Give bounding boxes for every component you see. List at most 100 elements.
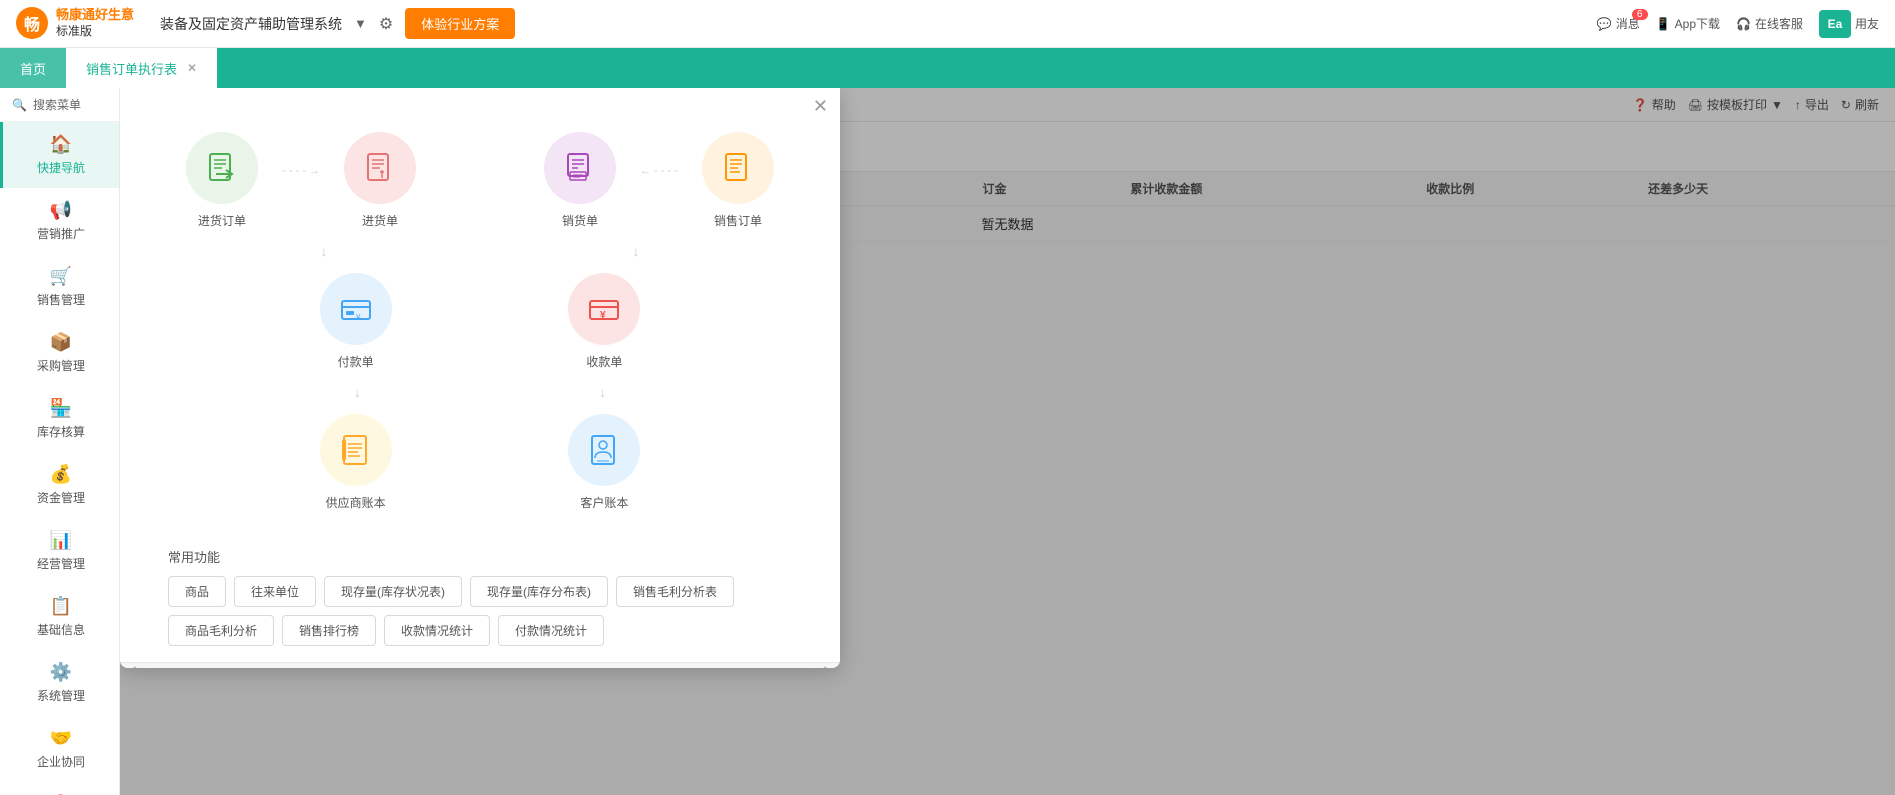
flow-node-sales-order[interactable]: 销售订单 <box>690 120 786 241</box>
operations-icon: 📊 <box>50 530 72 551</box>
freq-btn-goods[interactable]: 商品 <box>168 576 226 607</box>
main-layout: 🔍 搜索菜单 🏠 快捷导航 📢 营销推广 🛒 销售管理 📦 采购管理 🏪 库存核… <box>0 88 1895 795</box>
flow-node-receipt[interactable]: ¥ 收款单 <box>556 261 652 382</box>
arrow-h1: - - - - → <box>282 165 320 197</box>
sidebar-item-marketing[interactable]: 📢 营销推广 <box>0 188 119 254</box>
system-icon: ⚙️ <box>50 662 72 683</box>
receipt-circle: ¥ <box>568 273 640 345</box>
flow-row3: 供应商账本 <box>168 402 792 523</box>
search-icon: 🔍 <box>12 98 27 112</box>
online-service-btn[interactable]: 🎧 在线客服 <box>1736 15 1803 32</box>
payment-circle: ¥ <box>320 273 392 345</box>
scroll-track[interactable] <box>140 668 821 669</box>
quick-nav-icon: 🏠 <box>50 134 72 155</box>
flow-node-customer-ledger[interactable]: 客户账本 <box>556 402 652 523</box>
frequent-title: 常用功能 <box>168 547 792 566</box>
tab-sales-order-exec[interactable]: 销售订单执行表 ✕ <box>66 48 217 88</box>
frequent-btns: 商品 往来单位 现存量(库存状况表) 现存量(库存分布表) 销售毛利分析表 商品… <box>168 576 792 646</box>
flow-node-purchase-bill[interactable]: 进货单 <box>332 120 428 241</box>
logo-icon: 畅 <box>16 7 48 39</box>
freq-btn-receipt-stat[interactable]: 收款情况统计 <box>384 615 490 646</box>
freq-btn-stock-dist[interactable]: 现存量(库存分布表) <box>470 576 608 607</box>
sales-order-circle <box>702 132 774 204</box>
app-download-btn[interactable]: 📱 App下载 <box>1656 15 1720 32</box>
down-arrow-receipt: ↓ <box>596 243 676 259</box>
flow-row1: 进货订单 - - - - → <box>168 120 792 241</box>
tab-bar: 首页 销售订单执行表 ✕ <box>0 48 1895 88</box>
sidebar-item-finance[interactable]: 💰 资金管理 <box>0 452 119 518</box>
flow-diagram: 进货订单 - - - - → <box>168 120 792 523</box>
arrow-h2: ← - - - - <box>640 165 678 197</box>
freq-btn-goods-profit[interactable]: 商品毛利分析 <box>168 615 274 646</box>
flow-node-sales-bill[interactable]: 销货单 <box>532 120 628 241</box>
sales-tab-label: 销售订单执行表 <box>86 59 177 78</box>
modal-scrollbar: ◀ ▶ <box>120 662 840 668</box>
message-icon: 💬 <box>1597 17 1612 31</box>
tab-close-btn[interactable]: ✕ <box>187 61 197 75</box>
download-icon: 📱 <box>1656 17 1671 31</box>
sidebar-item-inventory[interactable]: 🏪 库存核算 <box>0 386 119 452</box>
sidebar: 🔍 搜索菜单 🏠 快捷导航 📢 营销推广 🛒 销售管理 📦 采购管理 🏪 库存核… <box>0 88 120 795</box>
sidebar-item-operations[interactable]: 📊 经营管理 <box>0 518 119 584</box>
experience-btn[interactable]: 体验行业方案 <box>405 8 515 39</box>
purchase-order-circle <box>186 132 258 204</box>
user-avatar: Ea <box>1819 10 1851 38</box>
sidebar-item-enterprise[interactable]: 🤝 企业协同 <box>0 716 119 782</box>
flow-node-purchase-order[interactable]: 进货订单 <box>174 120 270 241</box>
svg-text:¥: ¥ <box>355 313 361 322</box>
modal-close-btn[interactable]: ✕ <box>813 96 828 117</box>
scroll-right-btn[interactable]: ▶ <box>824 665 832 668</box>
sales-icon: 🛒 <box>50 266 72 287</box>
sidebar-item-basic-info[interactable]: 📋 基础信息 <box>0 584 119 650</box>
basic-info-icon: 📋 <box>50 596 72 617</box>
logo-area: 畅 畅康通好生意 标准版 <box>16 7 136 39</box>
down-arrow-payment: ↓ <box>284 243 364 259</box>
flow-modal: ✕ <box>120 88 840 668</box>
frequent-section: 常用功能 商品 往来单位 现存量(库存状况表) 现存量(库存分布表) 销售毛利分… <box>120 547 840 662</box>
service-icon: 🎧 <box>1736 17 1751 31</box>
logo-text: 畅康通好生意 标准版 <box>56 7 134 39</box>
scroll-thumb <box>140 668 684 669</box>
sidebar-item-purchase[interactable]: 📦 采购管理 <box>0 320 119 386</box>
sidebar-item-quick-nav[interactable]: 🏠 快捷导航 <box>0 122 119 188</box>
flow-row2: ¥ 付款单 <box>168 261 792 382</box>
down-arrows-row2: ↓ ↓ <box>168 382 792 402</box>
sidebar-search[interactable]: 🔍 搜索菜单 <box>0 88 119 122</box>
supplier-ledger-circle <box>320 414 392 486</box>
user-menu-btn[interactable]: Ea 用友 <box>1819 10 1879 38</box>
modal-content: 进货订单 - - - - → <box>120 88 840 547</box>
overlay-panel: ✕ <box>120 88 1895 795</box>
header-right: 💬 消息 6 📱 App下载 🎧 在线客服 Ea 用友 <box>1597 10 1879 38</box>
gear-btn[interactable]: ⚙ <box>379 14 393 34</box>
down-arrow-customer: ↓ <box>563 384 643 400</box>
system-dropdown-btn[interactable]: ▼ <box>354 16 367 31</box>
home-tab-label: 首页 <box>20 59 46 78</box>
message-btn[interactable]: 💬 消息 6 <box>1597 15 1640 32</box>
customer-ledger-circle <box>568 414 640 486</box>
sidebar-item-system[interactable]: ⚙️ 系统管理 <box>0 650 119 716</box>
sales-bill-circle <box>544 132 616 204</box>
freq-btn-payment-stat[interactable]: 付款情况统计 <box>498 615 604 646</box>
svg-text:¥: ¥ <box>600 310 606 321</box>
freq-btn-sales-profit[interactable]: 销售毛利分析表 <box>616 576 734 607</box>
tab-home[interactable]: 首页 <box>0 48 66 88</box>
header-center: 装备及固定资产辅助管理系统 ▼ ⚙ 体验行业方案 <box>136 8 1597 39</box>
scroll-left-btn[interactable]: ◀ <box>128 665 136 668</box>
freq-btn-sales-rank[interactable]: 销售排行榜 <box>282 615 376 646</box>
freq-btn-stock-status[interactable]: 现存量(库存状况表) <box>324 576 462 607</box>
flow-node-payment[interactable]: ¥ 付款单 <box>308 261 404 382</box>
sidebar-item-sales[interactable]: 🛒 销售管理 <box>0 254 119 320</box>
sidebar-item-newbie[interactable]: 🎯 新手引导 <box>0 782 119 795</box>
finance-icon: 💰 <box>50 464 72 485</box>
flow-node-supplier-ledger[interactable]: 供应商账本 <box>308 402 404 523</box>
enterprise-icon: 🤝 <box>50 728 72 749</box>
content-area: ❓ 帮助 🖨 按模板打印 ▼ ↑ 导出 ↻ 刷新 <box>120 88 1895 795</box>
system-title: 装备及固定资产辅助管理系统 <box>160 14 342 34</box>
freq-btn-contacts[interactable]: 往来单位 <box>234 576 316 607</box>
purchase-bill-circle <box>344 132 416 204</box>
inventory-icon: 🏪 <box>50 398 72 419</box>
down-arrow-supplier: ↓ <box>317 384 397 400</box>
down-arrows-row1: ↓ ↓ <box>168 241 792 261</box>
marketing-icon: 📢 <box>50 200 72 221</box>
top-header: 畅 畅康通好生意 标准版 装备及固定资产辅助管理系统 ▼ ⚙ 体验行业方案 💬 … <box>0 0 1895 48</box>
